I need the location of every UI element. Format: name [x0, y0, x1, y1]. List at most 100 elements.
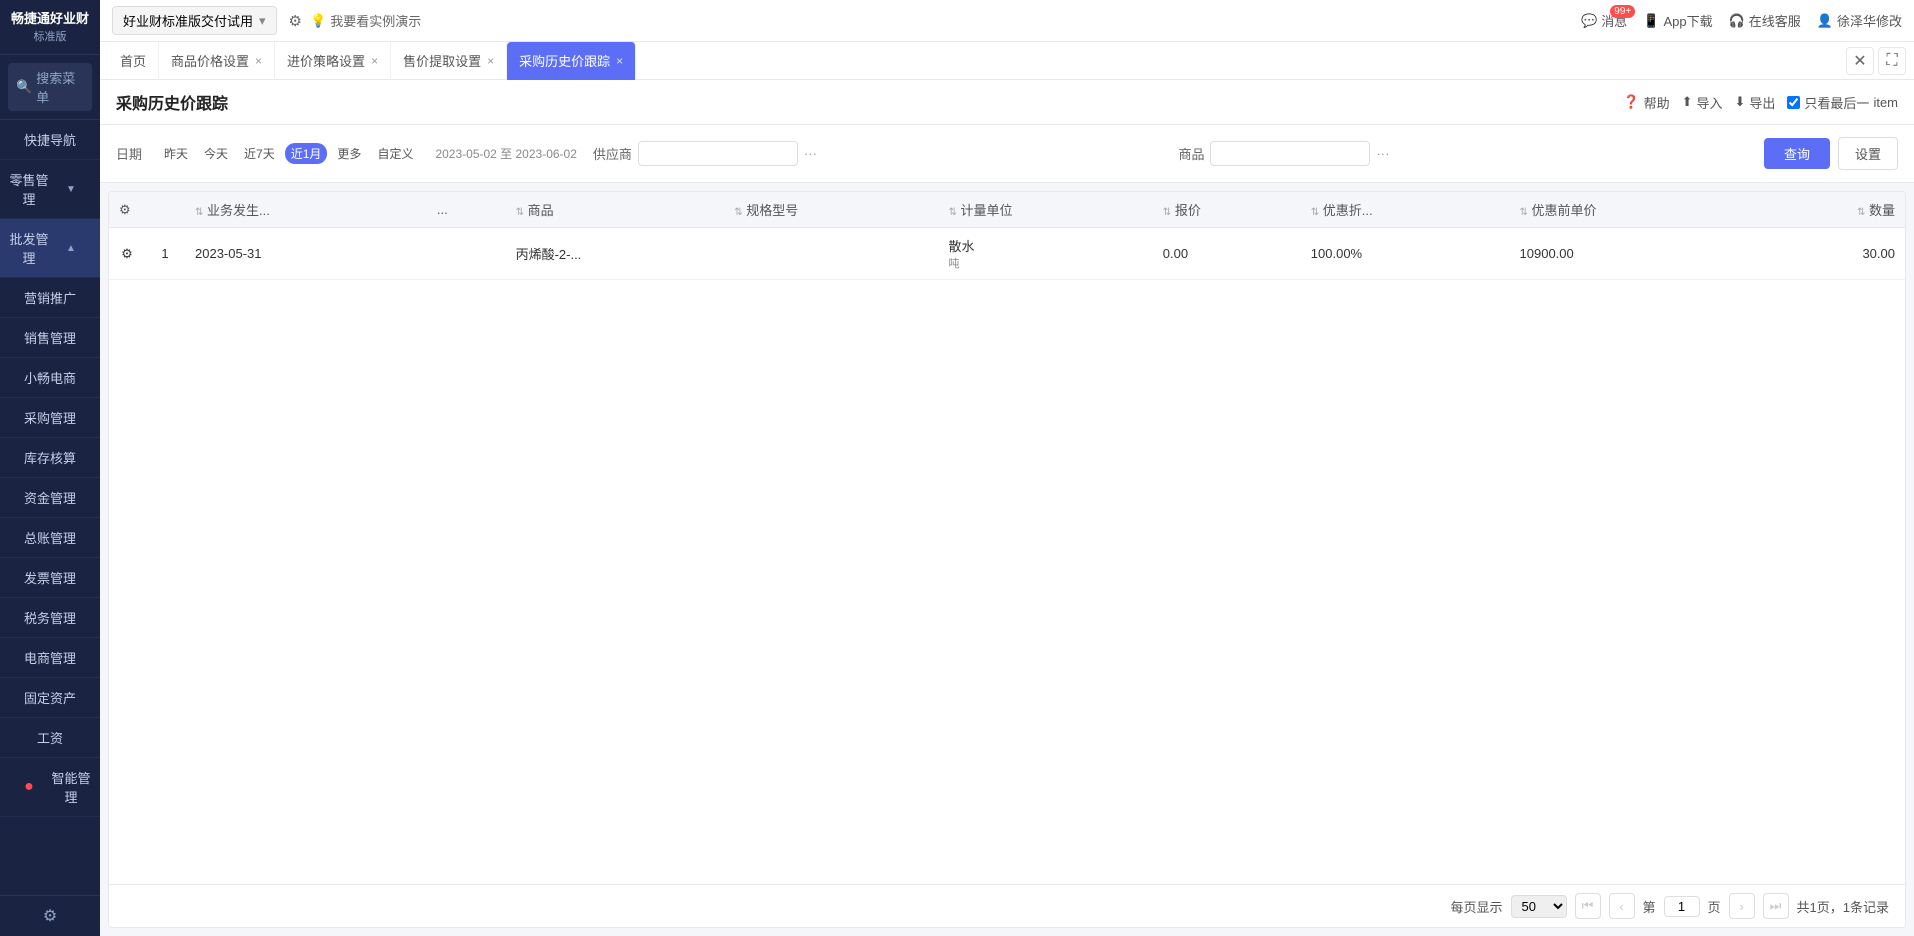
close-tab-button[interactable]: ✕ [1846, 47, 1874, 75]
sidebar-item-13[interactable]: 工资 [0, 718, 100, 758]
sidebar-bottom: ⚙ [0, 895, 100, 936]
sidebar-item-10[interactable]: 税务管理 [0, 598, 100, 638]
online-service-button[interactable]: 🎧 在线客服 [1729, 11, 1801, 30]
date-btn-yesterday[interactable]: 昨天 [158, 143, 194, 164]
sidebar-item-11[interactable]: 电商管理 [0, 638, 100, 678]
col-before-price[interactable]: ⇅ 优惠前单价 [1510, 192, 1757, 228]
col-goods[interactable]: ⇅ 商品 [506, 192, 725, 228]
sidebar-item-label: 批发管理 [8, 229, 50, 267]
sidebar-item-label: 工资 [8, 728, 92, 747]
col-date[interactable]: ⇅ 业务发生... [185, 192, 427, 228]
sidebar-search-button[interactable]: 🔍 搜索菜单 [8, 63, 92, 111]
next-page-button[interactable]: › [1729, 893, 1755, 919]
sidebar-item-1[interactable]: 批发管理▲ [0, 219, 100, 278]
sidebar-item-12[interactable]: 固定资产 [0, 678, 100, 718]
page-number-input[interactable] [1664, 896, 1700, 917]
col-spec[interactable]: ⇅ 规格型号 [724, 192, 938, 228]
prev-page-button[interactable]: ‹ [1609, 893, 1635, 919]
settings-icon[interactable]: ⚙ [289, 12, 302, 30]
setting-button[interactable]: 设置 [1838, 137, 1898, 170]
date-btn-1month[interactable]: 近1月 [285, 143, 328, 164]
sidebar-item-label: 零售管理 [8, 170, 50, 208]
message-button[interactable]: 💬 消息 99+ [1581, 11, 1627, 30]
user-button[interactable]: 👤 徐泽华修改 [1817, 11, 1902, 30]
tab-close-icon[interactable]: × [371, 54, 378, 68]
tabs-right-controls: ✕ ⛶ [1846, 47, 1906, 75]
tab-0[interactable]: 首页 [108, 42, 159, 80]
table-scroll-area[interactable]: ⚙ ⇅ 业务发生... ... ⇅ 商品 ⇅ 规格型号 ⇅ 计量单位 ⇅ 报价 … [109, 192, 1905, 884]
sidebar-item-0[interactable]: 零售管理▼ [0, 160, 100, 219]
date-filter-buttons: 昨天 今天 近7天 近1月 更多 自定义 [158, 143, 419, 164]
import-icon: ⬆ [1682, 94, 1693, 110]
export-icon: ⬇ [1735, 94, 1746, 110]
message-icon: 💬 [1581, 13, 1597, 29]
sidebar-item-8[interactable]: 总账管理 [0, 518, 100, 558]
demo-label: 我要看实例演示 [330, 11, 421, 30]
last-page-button[interactable]: ⏭ [1763, 893, 1789, 919]
table-header-row: ⚙ ⇅ 业务发生... ... ⇅ 商品 ⇅ 规格型号 ⇅ 计量单位 ⇅ 报价 … [109, 192, 1905, 228]
row-more [427, 228, 506, 280]
col-unit[interactable]: ⇅ 计量单位 [939, 192, 1153, 228]
sidebar-item-3[interactable]: 销售管理 [0, 318, 100, 358]
per-page-label: 每页显示 [1450, 897, 1502, 916]
app-download-button[interactable]: 📱 App下载 [1643, 11, 1712, 30]
date-btn-7days[interactable]: 近7天 [238, 143, 281, 164]
sidebar-item-5[interactable]: 采购管理 [0, 398, 100, 438]
date-btn-today[interactable]: 今天 [198, 143, 234, 164]
only-last-checkbox-group[interactable]: 只看最后一 item [1787, 93, 1898, 112]
sidebar-item-7[interactable]: 资金管理 [0, 478, 100, 518]
tab-close-icon[interactable]: × [487, 54, 494, 68]
import-button[interactable]: ⬆ 导入 [1682, 93, 1723, 112]
export-button[interactable]: ⬇ 导出 [1735, 93, 1776, 112]
tab-close-icon[interactable]: × [616, 54, 623, 68]
sort-icon: ⇅ [1857, 207, 1865, 218]
sidebar-item-6[interactable]: 库存核算 [0, 438, 100, 478]
tab-label: 售价提取设置 [403, 51, 481, 70]
per-page-select[interactable]: 50 20 100 [1511, 895, 1567, 918]
sidebar-item-4[interactable]: 小畅电商 [0, 358, 100, 398]
row-price: 0.00 [1153, 228, 1301, 280]
sidebar-item-label: 库存核算 [8, 448, 92, 467]
goods-input[interactable] [1210, 141, 1370, 166]
expand-tab-button[interactable]: ⛶ [1878, 47, 1906, 75]
sidebar-search-area[interactable]: 🔍 搜索菜单 [0, 55, 100, 120]
help-button[interactable]: ❓ 帮助 [1623, 93, 1669, 112]
tab-close-icon[interactable]: × [255, 54, 262, 68]
tab-label: 商品价格设置 [171, 51, 249, 70]
gear-icon[interactable]: ⚙ [43, 906, 57, 926]
demo-button[interactable]: 💡 我要看实例演示 [310, 11, 421, 30]
tab-3[interactable]: 售价提取设置 × [391, 42, 507, 80]
goods-filter: 商品 ··· [1178, 141, 1748, 166]
date-btn-custom[interactable]: 自定义 [371, 143, 419, 164]
col-qty[interactable]: ⇅ 数量 [1757, 192, 1905, 228]
tab-2[interactable]: 进价策略设置× [275, 42, 391, 80]
date-btn-more[interactable]: 更多 [331, 143, 367, 164]
user-label: 徐泽华修改 [1837, 11, 1902, 30]
sidebar-logo-sub: 标准版 [34, 28, 67, 44]
tab-label: 采购历史价跟踪 [519, 51, 610, 70]
supplier-more-icon[interactable]: ··· [804, 146, 817, 161]
edition-selector[interactable]: 好业财标准版交付试用 ▾ [112, 6, 277, 35]
nav-dot-icon: ● [8, 779, 50, 795]
sidebar-item-14[interactable]: ●智能管理 [0, 758, 100, 817]
sidebar-item-2[interactable]: 营销推广 [0, 278, 100, 318]
query-button[interactable]: 查询 [1764, 138, 1830, 169]
row-gear[interactable]: ⚙ [109, 228, 145, 280]
sidebar-item-quick-nav[interactable]: 快捷导航 [0, 120, 100, 160]
tab-1[interactable]: 商品价格设置 × [159, 42, 275, 80]
col-gear[interactable]: ⚙ [109, 192, 145, 228]
tab-4[interactable]: 采购历史价跟踪 × [507, 42, 636, 80]
row-date: 2023-05-31 [185, 228, 427, 280]
col-more[interactable]: ... [427, 192, 506, 228]
supplier-input[interactable] [638, 141, 798, 166]
sidebar-item-9[interactable]: 发票管理 [0, 558, 100, 598]
app-label: App下载 [1663, 11, 1712, 30]
first-page-button[interactable]: ⏮ [1575, 893, 1601, 919]
user-icon: 👤 [1817, 13, 1833, 29]
sidebar-item-label: 发票管理 [8, 568, 92, 587]
col-discount[interactable]: ⇅ 优惠折... [1301, 192, 1510, 228]
col-price[interactable]: ⇅ 报价 [1153, 192, 1301, 228]
import-label: 导入 [1696, 93, 1722, 112]
goods-more-icon[interactable]: ··· [1376, 146, 1389, 161]
only-last-checkbox[interactable] [1787, 96, 1800, 109]
